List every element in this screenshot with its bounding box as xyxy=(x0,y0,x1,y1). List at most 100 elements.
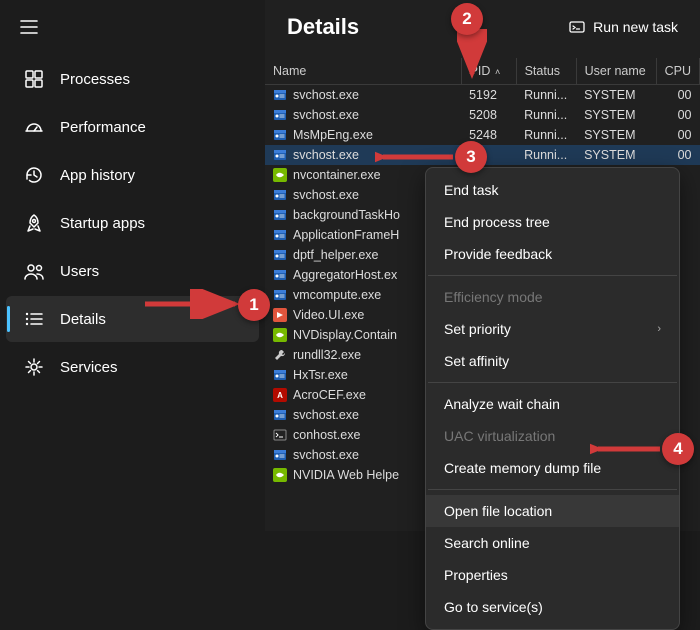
cell-cpu: 00 xyxy=(656,125,699,145)
col-header-pid[interactable]: PID ˄ xyxy=(461,58,516,85)
sidebar-item-label: Users xyxy=(60,263,99,280)
cell-user: SYSTEM xyxy=(576,105,656,125)
users-icon xyxy=(24,261,44,281)
cell-status: Runni... xyxy=(516,125,576,145)
process-icon xyxy=(273,308,287,322)
ctx-dump[interactable]: Create memory dump file xyxy=(426,452,679,484)
process-name: dptf_helper.exe xyxy=(293,248,379,262)
sidebar-item-label: App history xyxy=(60,167,135,184)
sidebar-item-label: Processes xyxy=(60,71,130,88)
ctx-properties[interactable]: Properties xyxy=(426,559,679,591)
process-icon xyxy=(273,348,287,362)
process-icon xyxy=(273,428,287,442)
process-icon xyxy=(273,468,287,482)
sidebar-item-services[interactable]: Services xyxy=(6,344,259,390)
process-name: svchost.exe xyxy=(293,108,359,122)
ctx-end-task[interactable]: End task xyxy=(426,174,679,206)
process-name: svchost.exe xyxy=(293,88,359,102)
ctx-analyze-wait[interactable]: Analyze wait chain xyxy=(426,388,679,420)
sidebar-item-label: Details xyxy=(60,311,106,328)
history-icon xyxy=(24,165,44,185)
hamburger-menu-button[interactable] xyxy=(0,8,265,46)
svg-text:A: A xyxy=(277,391,283,400)
ctx-search-online[interactable]: Search online xyxy=(426,527,679,559)
ctx-separator xyxy=(428,489,677,490)
table-row[interactable]: svchost.exe5192Runni...SYSTEM00 xyxy=(265,85,700,106)
process-icon xyxy=(273,168,287,182)
cell-cpu: 00 xyxy=(656,105,699,125)
ctx-separator xyxy=(428,275,677,276)
process-name: nvcontainer.exe xyxy=(293,168,381,182)
cell-pid: 5208 xyxy=(461,105,516,125)
ctx-separator xyxy=(428,382,677,383)
cell-pid: 5248 xyxy=(461,125,516,145)
process-icon xyxy=(273,368,287,382)
process-name: conhost.exe xyxy=(293,428,360,442)
sidebar: Processes Performance App history Startup a… xyxy=(0,0,265,531)
table-row[interactable]: svchost.exeRunni...SYSTEM00 xyxy=(265,145,700,165)
col-header-status[interactable]: Status xyxy=(516,58,576,85)
sidebar-item-label: Startup apps xyxy=(60,215,145,232)
process-icon xyxy=(273,408,287,422)
process-icon xyxy=(273,88,287,102)
process-name: HxTsr.exe xyxy=(293,368,348,382)
col-header-name[interactable]: Name xyxy=(265,58,461,85)
process-icon xyxy=(273,248,287,262)
ctx-open-location[interactable]: Open file location xyxy=(426,495,679,527)
process-name: AggregatorHost.ex xyxy=(293,268,397,282)
process-name: backgroundTaskHo xyxy=(293,208,400,222)
cell-status: Runni... xyxy=(516,105,576,125)
context-menu: End task End process tree Provide feedba… xyxy=(425,167,680,630)
ctx-efficiency: Efficiency mode xyxy=(426,281,679,313)
ctx-set-priority[interactable]: Set priority› xyxy=(426,313,679,345)
cell-user: SYSTEM xyxy=(576,125,656,145)
ctx-set-affinity[interactable]: Set affinity xyxy=(426,345,679,377)
process-name: Video.UI.exe xyxy=(293,308,364,322)
process-name: svchost.exe xyxy=(293,188,359,202)
sidebar-item-details[interactable]: Details xyxy=(6,296,259,342)
process-icon xyxy=(273,328,287,342)
ctx-end-tree[interactable]: End process tree xyxy=(426,206,679,238)
sidebar-item-processes[interactable]: Processes xyxy=(6,56,259,102)
process-name: rundll32.exe xyxy=(293,348,361,362)
process-icon xyxy=(273,128,287,142)
process-icon xyxy=(273,268,287,282)
process-icon: A xyxy=(273,388,287,402)
page-title: Details xyxy=(287,14,359,40)
ctx-goto-services[interactable]: Go to service(s) xyxy=(426,591,679,623)
sidebar-item-startup-apps[interactable]: Startup apps xyxy=(6,200,259,246)
table-row[interactable]: svchost.exe 5208Runni...SYSTEM00 xyxy=(265,105,700,125)
performance-icon xyxy=(24,117,44,137)
services-icon xyxy=(24,357,44,377)
process-name: vmcompute.exe xyxy=(293,288,381,302)
sort-indicator-icon: ˄ xyxy=(492,67,500,77)
run-new-task-button[interactable]: Run new task xyxy=(569,19,678,35)
process-name: NVDisplay.Contain xyxy=(293,328,397,342)
cell-cpu: 00 xyxy=(656,85,699,106)
run-task-label: Run new task xyxy=(593,19,678,35)
sidebar-item-performance[interactable]: Performance xyxy=(6,104,259,150)
startup-icon xyxy=(24,213,44,233)
cell-user: SYSTEM xyxy=(576,85,656,106)
col-header-cpu[interactable]: CPU xyxy=(656,58,699,85)
chevron-right-icon: › xyxy=(657,323,661,335)
cell-pid xyxy=(461,145,516,165)
process-name: NVIDIA Web Helpe xyxy=(293,468,399,482)
process-name: MsMpEng.exe xyxy=(293,128,373,142)
sidebar-item-label: Performance xyxy=(60,119,146,136)
sidebar-item-users[interactable]: Users xyxy=(6,248,259,294)
cell-user: SYSTEM xyxy=(576,145,656,165)
sidebar-item-app-history[interactable]: App history xyxy=(6,152,259,198)
cell-status: Runni... xyxy=(516,145,576,165)
process-icon xyxy=(273,448,287,462)
run-task-icon xyxy=(569,19,585,35)
process-name: svchost.exe xyxy=(293,448,359,462)
process-name: svchost.exe xyxy=(293,408,359,422)
cell-cpu: 00 xyxy=(656,145,699,165)
table-row[interactable]: MsMpEng.exe 5248Runni...SYSTEM00 xyxy=(265,125,700,145)
ctx-uac: UAC virtualization xyxy=(426,420,679,452)
col-header-user[interactable]: User name xyxy=(576,58,656,85)
process-icon xyxy=(273,208,287,222)
process-icon xyxy=(273,188,287,202)
ctx-feedback[interactable]: Provide feedback xyxy=(426,238,679,270)
